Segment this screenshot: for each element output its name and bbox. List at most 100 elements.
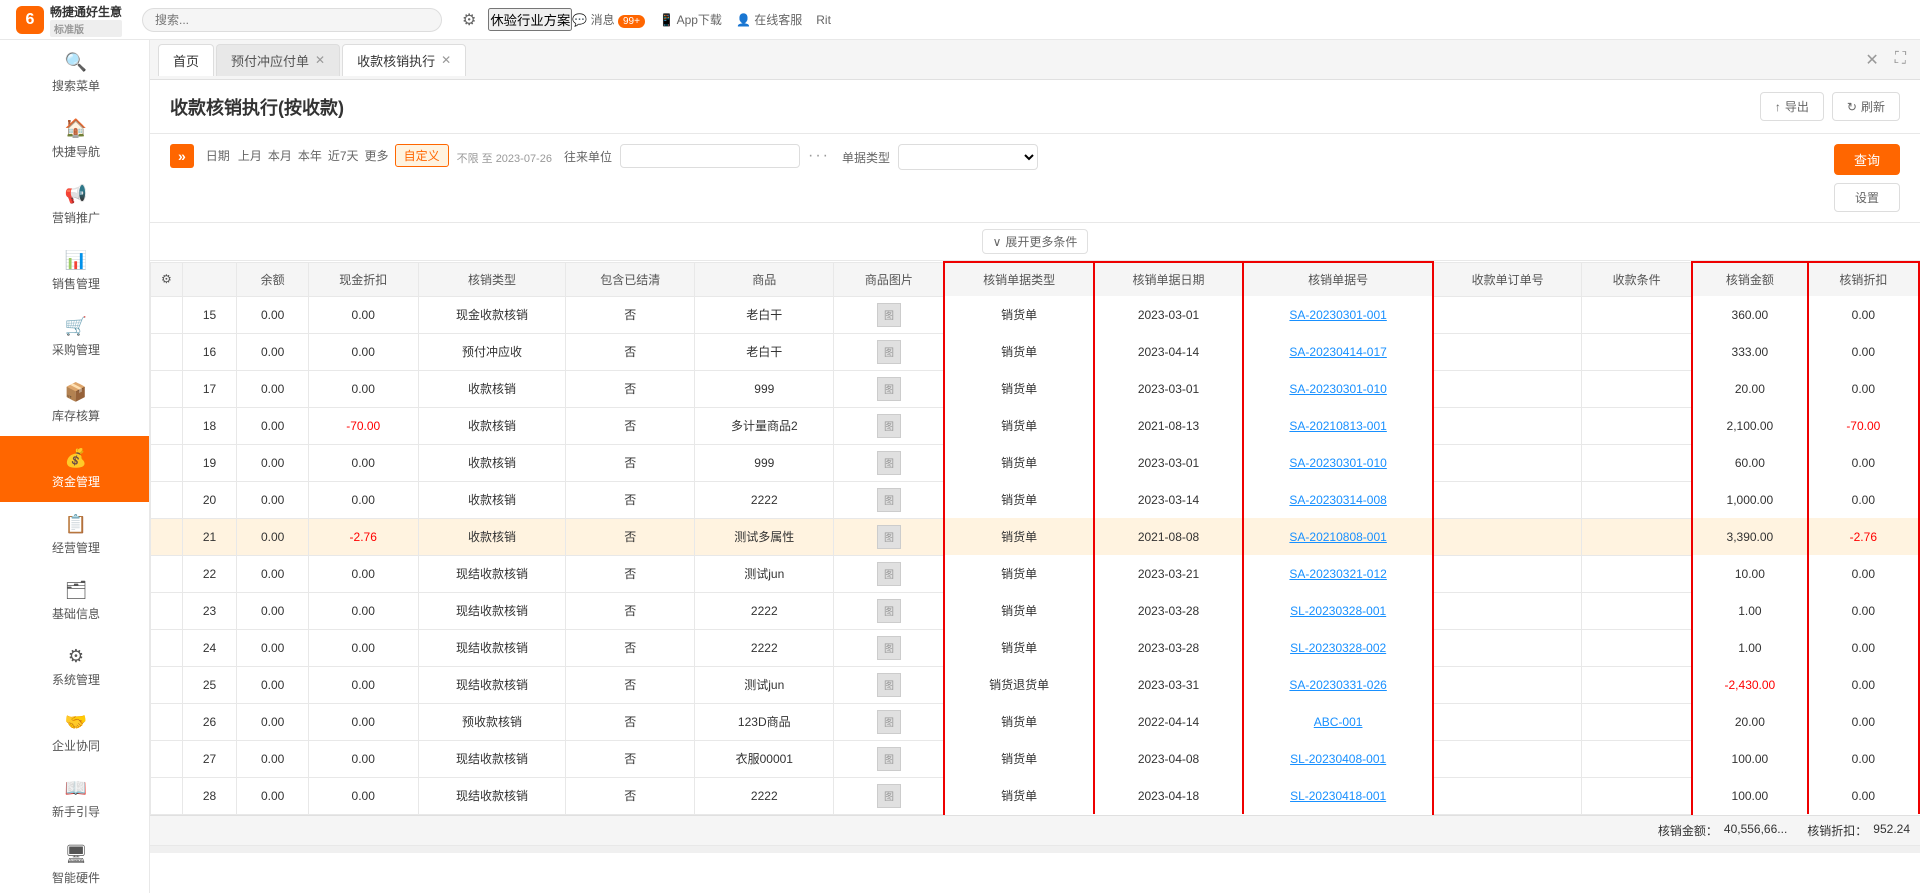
industry-button[interactable]: 休验行业方案 <box>488 8 572 31</box>
writeoff-number-cell[interactable]: ABC-001 <box>1243 703 1433 740</box>
close-window-icon[interactable]: ✕ <box>1859 48 1884 72</box>
writeoff-number-cell[interactable]: SL-20230408-001 <box>1243 740 1433 777</box>
write-off-type-cell: 现结收款核销 <box>418 555 566 592</box>
sidebar-item-quick-nav[interactable]: 🏠 快捷导航 <box>0 106 149 172</box>
seq-cell: 28 <box>182 777 237 814</box>
writeoff-number-cell[interactable]: SA-20230321-012 <box>1243 555 1433 592</box>
gear-cell[interactable] <box>151 296 183 333</box>
sidebar-item-finance[interactable]: 💰 资金管理 <box>0 436 149 502</box>
date-more[interactable]: 更多 <box>365 147 389 164</box>
export-button[interactable]: ↑ 导出 <box>1760 92 1824 121</box>
sidebar-item-system[interactable]: ⚙ 系统管理 <box>0 634 149 700</box>
app-download-button[interactable]: 📱 App下载 <box>659 11 722 28</box>
tab-receipt-close[interactable]: ✕ <box>441 53 451 67</box>
writeoff-number-cell[interactable]: SA-20230331-026 <box>1243 666 1433 703</box>
sidebar-item-hardware[interactable]: 🖥 智能硬件 <box>0 832 149 893</box>
expand-window-icon[interactable]: ⛶ <box>1889 48 1912 72</box>
partner-input[interactable] <box>620 144 800 168</box>
seq-cell: 23 <box>182 592 237 629</box>
tab-prepay[interactable]: 预付冲应付单 ✕ <box>216 44 340 76</box>
product-cell: 衣服00001 <box>695 740 834 777</box>
writeoff-amount-cell: -2,430.00 <box>1692 666 1808 703</box>
setting-button[interactable]: 设置 <box>1834 183 1900 212</box>
write-off-type-cell: 现结收款核销 <box>418 777 566 814</box>
gear-cell[interactable] <box>151 518 183 555</box>
sidebar-item-basic[interactable]: 🗂 基础信息 <box>0 568 149 634</box>
date-last-month[interactable]: 上月 <box>238 147 262 164</box>
product-image-cell: 图 <box>834 518 944 555</box>
date-7days[interactable]: 近7天 <box>328 147 359 164</box>
gear-cell[interactable] <box>151 444 183 481</box>
date-this-year[interactable]: 本年 <box>298 147 322 164</box>
tab-receipt-label: 收款核销执行 <box>357 51 435 70</box>
gear-cell[interactable] <box>151 481 183 518</box>
message-button[interactable]: 💬 消息 99+ <box>572 11 645 28</box>
writeoff-number-cell[interactable]: SA-20210808-001 <box>1243 518 1433 555</box>
date-custom-button[interactable]: 自定义 <box>395 144 449 167</box>
write-off-type-cell: 现金收款核销 <box>418 296 566 333</box>
online-service-button[interactable]: 👤 在线客服 <box>736 11 802 28</box>
gear-cell[interactable] <box>151 703 183 740</box>
sidebar-item-operations[interactable]: 📋 经营管理 <box>0 502 149 568</box>
product-image-cell: 图 <box>834 629 944 666</box>
sidebar-item-purchase[interactable]: 🛒 采购管理 <box>0 304 149 370</box>
gear-cell[interactable] <box>151 740 183 777</box>
writeoff-number-cell[interactable]: SL-20230328-001 <box>1243 592 1433 629</box>
product-cell: 测试jun <box>695 555 834 592</box>
gear-cell[interactable] <box>151 666 183 703</box>
date-this-month[interactable]: 本月 <box>268 147 292 164</box>
gear-icon[interactable]: ⚙ <box>462 10 476 30</box>
tab-home[interactable]: 首页 <box>158 44 214 76</box>
sidebar-item-guide[interactable]: 📖 新手引导 <box>0 766 149 832</box>
included-settled-cell: 否 <box>566 296 695 333</box>
writeoff-amount-cell: 10.00 <box>1692 555 1808 592</box>
gear-cell[interactable] <box>151 777 183 814</box>
balance-cell: 0.00 <box>237 592 309 629</box>
sidebar-item-search[interactable]: 🔍 搜索菜单 <box>0 40 149 106</box>
sidebar-item-sales[interactable]: 📊 销售管理 <box>0 238 149 304</box>
product-cell: 2222 <box>695 629 834 666</box>
filter-toggle-button[interactable]: » <box>170 144 194 168</box>
refresh-button[interactable]: ↻ 刷新 <box>1832 92 1900 121</box>
product-image-cell: 图 <box>834 444 944 481</box>
cash-discount-cell: -2.76 <box>308 518 418 555</box>
writeoff-number-cell[interactable]: SA-20230301-001 <box>1243 296 1433 333</box>
writeoff-number-cell[interactable]: SL-20230328-002 <box>1243 629 1433 666</box>
voucher-type-select[interactable] <box>898 144 1038 170</box>
tab-receipt[interactable]: 收款核销执行 ✕ <box>342 44 466 76</box>
top-search-area[interactable] <box>142 8 442 32</box>
writeoff-number-cell[interactable]: SA-20230414-017 <box>1243 333 1433 370</box>
gear-cell[interactable] <box>151 333 183 370</box>
gear-cell[interactable] <box>151 407 183 444</box>
scrollbar[interactable] <box>150 845 1920 853</box>
writeoff-amount-cell: 20.00 <box>1692 370 1808 407</box>
writeoff-number-cell[interactable]: SA-20210813-001 <box>1243 407 1433 444</box>
table-header-row: ⚙ 余额 现金折扣 核销类型 包含已结清 商品 商品图片 核销单据类型 核销单据… <box>151 262 1920 296</box>
receipt-condition-cell <box>1582 444 1692 481</box>
writeoff-date-cell: 2023-03-01 <box>1094 444 1243 481</box>
writeoff-number-cell[interactable]: SA-20230314-008 <box>1243 481 1433 518</box>
gear-cell[interactable] <box>151 592 183 629</box>
search-input[interactable] <box>142 8 442 32</box>
expand-more-label: 展开更多条件 <box>1005 233 1077 250</box>
logo-icon: 6 <box>16 6 44 34</box>
sidebar-item-marketing[interactable]: 📢 营销推广 <box>0 172 149 238</box>
sidebar-item-inventory[interactable]: 📦 库存核算 <box>0 370 149 436</box>
writeoff-number-cell[interactable]: SA-20230301-010 <box>1243 444 1433 481</box>
sidebar-item-enterprise[interactable]: 🤝 企业协同 <box>0 700 149 766</box>
query-button[interactable]: 查询 <box>1834 144 1900 175</box>
footer-writeoff-discount-value: 952.24 <box>1873 822 1910 839</box>
included-settled-cell: 否 <box>566 407 695 444</box>
writeoff-number-cell[interactable]: SL-20230418-001 <box>1243 777 1433 814</box>
col-balance: 余额 <box>237 262 309 296</box>
tab-prepay-close[interactable]: ✕ <box>315 53 325 67</box>
date-filter-label: 日期 <box>206 147 230 164</box>
gear-cell[interactable] <box>151 370 183 407</box>
col-settings[interactable]: ⚙ <box>151 262 183 296</box>
gear-cell[interactable] <box>151 629 183 666</box>
expand-more-button[interactable]: ∨ 展开更多条件 <box>982 229 1089 254</box>
writeoff-number-cell[interactable]: SA-20230301-010 <box>1243 370 1433 407</box>
partner-dots[interactable]: ··· <box>808 147 830 165</box>
gear-cell[interactable] <box>151 555 183 592</box>
sidebar-label-enterprise: 企业协同 <box>52 737 100 754</box>
